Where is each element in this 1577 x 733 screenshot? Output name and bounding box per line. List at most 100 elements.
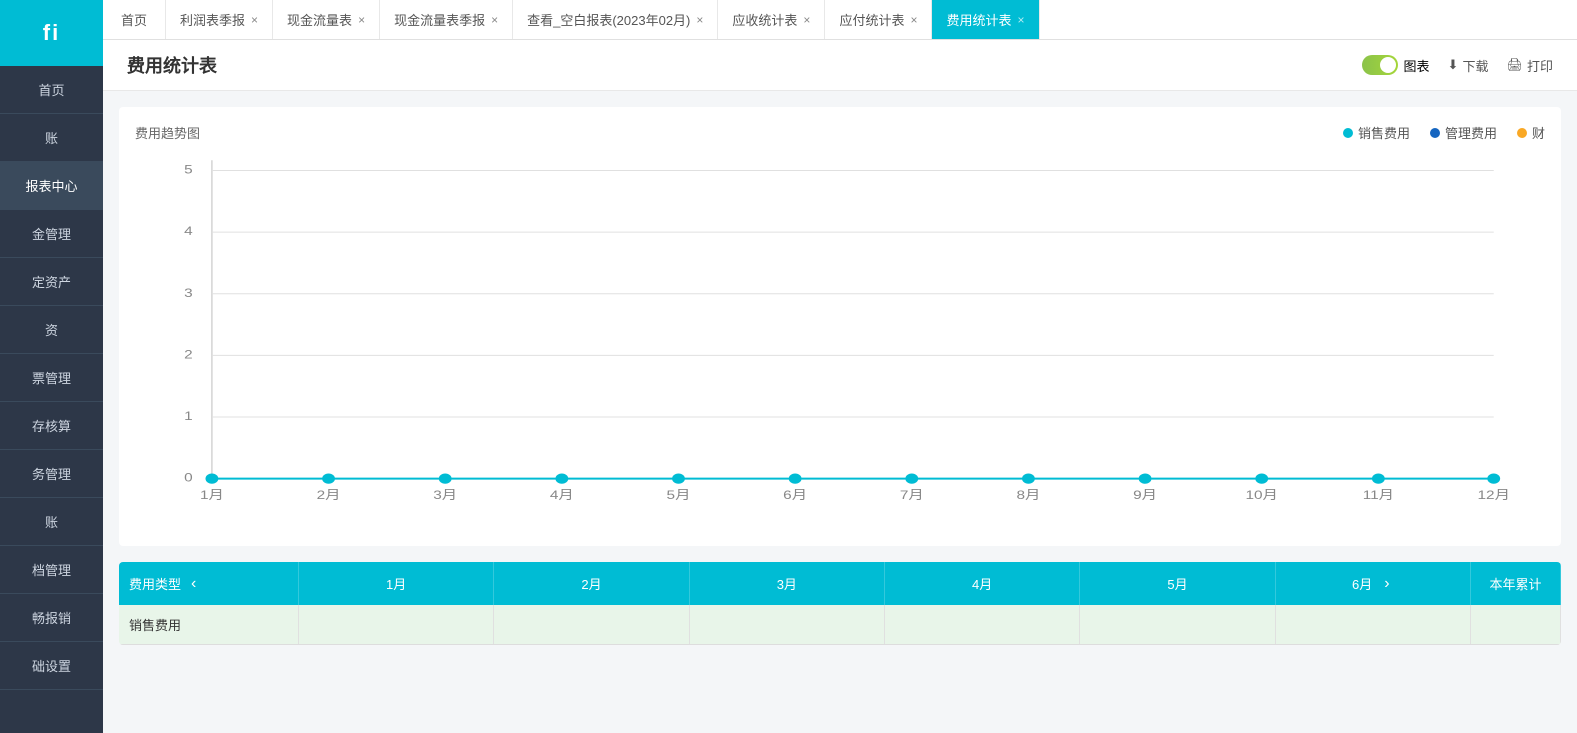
chart-toggle-wrap: 图表 [1362, 55, 1430, 75]
legend-sales: 销售费用 [1343, 123, 1410, 142]
legend-management: 管理费用 [1430, 123, 1497, 142]
td-m1 [299, 605, 494, 644]
svg-text:1月: 1月 [200, 488, 224, 502]
sidebar-item-cash[interactable]: 金管理 [0, 210, 103, 258]
tab-payable[interactable]: 应付统计表 × [825, 0, 932, 40]
sidebar-logo: fi [0, 0, 103, 66]
sidebar-item-settings[interactable]: 础设置 [0, 642, 103, 690]
download-icon: ⬇ [1448, 57, 1459, 73]
legend-dot-sales [1343, 128, 1353, 138]
svg-text:4月: 4月 [550, 488, 574, 502]
td-m3 [690, 605, 885, 644]
svg-text:11月: 11月 [1363, 488, 1394, 502]
tab-cashflow[interactable]: 现金流量表 × [273, 0, 380, 40]
download-label: 下载 [1462, 56, 1488, 75]
tab-profit-quarterly[interactable]: 利润表季报 × [166, 0, 273, 40]
chart-toggle-label: 图表 [1404, 56, 1430, 75]
th-type-label: 费用类型 [129, 574, 181, 593]
svg-text:7月: 7月 [900, 488, 924, 502]
svg-text:12月: 12月 [1477, 488, 1509, 502]
sidebar-item-expense[interactable]: 畅报销 [0, 594, 103, 642]
legend-label-management: 管理费用 [1445, 123, 1497, 142]
main-area: 首页 利润表季报 × 现金流量表 × 现金流量表季报 × 查看_空白报表(202… [103, 0, 1577, 733]
th-month-2: 2月 [494, 562, 689, 605]
table-row: 销售费用 [119, 605, 1561, 645]
td-m2 [494, 605, 689, 644]
svg-text:2月: 2月 [317, 488, 341, 502]
tab-cashflow-quarterly[interactable]: 现金流量表季报 × [380, 0, 513, 40]
svg-text:1: 1 [184, 409, 193, 423]
sidebar-item-fixed-assets[interactable]: 定资产 [0, 258, 103, 306]
td-m4 [885, 605, 1080, 644]
chart-area: 0 1 2 3 4 5 1月 2月 3月 [135, 150, 1545, 530]
print-label: 打印 [1527, 56, 1553, 75]
svg-text:4: 4 [184, 224, 193, 238]
download-button[interactable]: ⬇ 下载 [1448, 56, 1489, 75]
tab-expense-stats[interactable]: 费用统计表 × [932, 0, 1039, 40]
svg-text:3: 3 [184, 285, 193, 299]
th-month-6: 6月 › [1276, 562, 1471, 605]
th-month-3: 3月 [690, 562, 885, 605]
sidebar-item-capital[interactable]: 资 [0, 306, 103, 354]
svg-text:2: 2 [184, 347, 193, 361]
svg-text:9月: 9月 [1133, 488, 1157, 502]
svg-text:8月: 8月 [1016, 488, 1040, 502]
svg-text:5: 5 [184, 162, 193, 176]
next-arrow[interactable]: › [1380, 575, 1393, 593]
sidebar-item-service[interactable]: 务管理 [0, 450, 103, 498]
tab-close-cashflow[interactable]: × [358, 13, 365, 27]
legend-dot-finance [1517, 128, 1527, 138]
svg-text:5月: 5月 [667, 488, 691, 502]
page-header: 费用统计表 图表 ⬇ 下载 🖨 打印 [103, 40, 1577, 91]
tab-receivable[interactable]: 应收统计表 × [718, 0, 825, 40]
sidebar-item-invoice[interactable]: 票管理 [0, 354, 103, 402]
tab-close-cashflow-quarterly[interactable]: × [491, 13, 498, 27]
legend-dot-management [1430, 128, 1440, 138]
tab-close-profit-quarterly[interactable]: × [251, 13, 258, 27]
content-area: 费用统计表 图表 ⬇ 下载 🖨 打印 费用趋势图 [103, 40, 1577, 733]
tab-home[interactable]: 首页 [103, 0, 166, 40]
td-total [1471, 605, 1561, 644]
tab-blank-report[interactable]: 查看_空白报表(2023年02月) × [513, 0, 718, 40]
prev-arrow[interactable]: ‹ [187, 575, 200, 593]
th-type: 费用类型 ‹ [119, 562, 299, 605]
svg-text:0: 0 [184, 470, 193, 484]
td-m6 [1276, 605, 1471, 644]
svg-text:3月: 3月 [433, 488, 457, 502]
th-month-5: 5月 [1080, 562, 1275, 605]
tab-close-receivable[interactable]: × [803, 13, 810, 27]
td-m5 [1080, 605, 1275, 644]
sidebar-item-inventory[interactable]: 存核算 [0, 402, 103, 450]
header-actions: 图表 ⬇ 下载 🖨 打印 [1362, 55, 1553, 75]
tab-close-payable[interactable]: × [910, 13, 917, 27]
expense-table: 费用类型 ‹ 1月 2月 3月 4月 5月 6月 › 本年累计 销售费用 [119, 562, 1561, 645]
chart-legend: 销售费用 管理费用 财 [1343, 123, 1545, 142]
svg-text:6月: 6月 [783, 488, 807, 502]
th-month-4: 4月 [885, 562, 1080, 605]
svg-text:10月: 10月 [1245, 488, 1277, 502]
sidebar: fi 首页 账 报表中心 金管理 定资产 资 票管理 存核算 务管理 账 档管理… [0, 0, 103, 733]
tab-bar: 首页 利润表季报 × 现金流量表 × 现金流量表季报 × 查看_空白报表(202… [103, 0, 1577, 40]
print-button[interactable]: 🖨 打印 [1506, 56, 1553, 75]
sidebar-item-home[interactable]: 首页 [0, 66, 103, 114]
sidebar-item-ledger[interactable]: 账 [0, 498, 103, 546]
th-month-1: 1月 [299, 562, 494, 605]
print-icon: 🖨 [1506, 57, 1523, 73]
td-type: 销售费用 [119, 605, 299, 644]
tab-close-blank-report[interactable]: × [696, 13, 703, 27]
chart-toggle[interactable] [1362, 55, 1398, 75]
chart-svg: 0 1 2 3 4 5 1月 2月 3月 [135, 150, 1545, 530]
sidebar-item-account[interactable]: 账 [0, 114, 103, 162]
chart-title: 费用趋势图 [135, 123, 200, 142]
legend-label-finance: 财 [1532, 123, 1545, 142]
chart-header: 费用趋势图 销售费用 管理费用 财 [135, 123, 1545, 142]
tab-close-expense-stats[interactable]: × [1017, 13, 1024, 27]
table-header-row: 费用类型 ‹ 1月 2月 3月 4月 5月 6月 › 本年累计 [119, 562, 1561, 605]
chart-container: 费用趋势图 销售费用 管理费用 财 [119, 107, 1561, 546]
page-title: 费用统计表 [127, 52, 217, 78]
sidebar-item-reports[interactable]: 报表中心 [0, 162, 103, 210]
legend-finance: 财 [1517, 123, 1545, 142]
legend-label-sales: 销售费用 [1358, 123, 1410, 142]
th-total: 本年累计 [1471, 562, 1561, 605]
sidebar-item-archive[interactable]: 档管理 [0, 546, 103, 594]
